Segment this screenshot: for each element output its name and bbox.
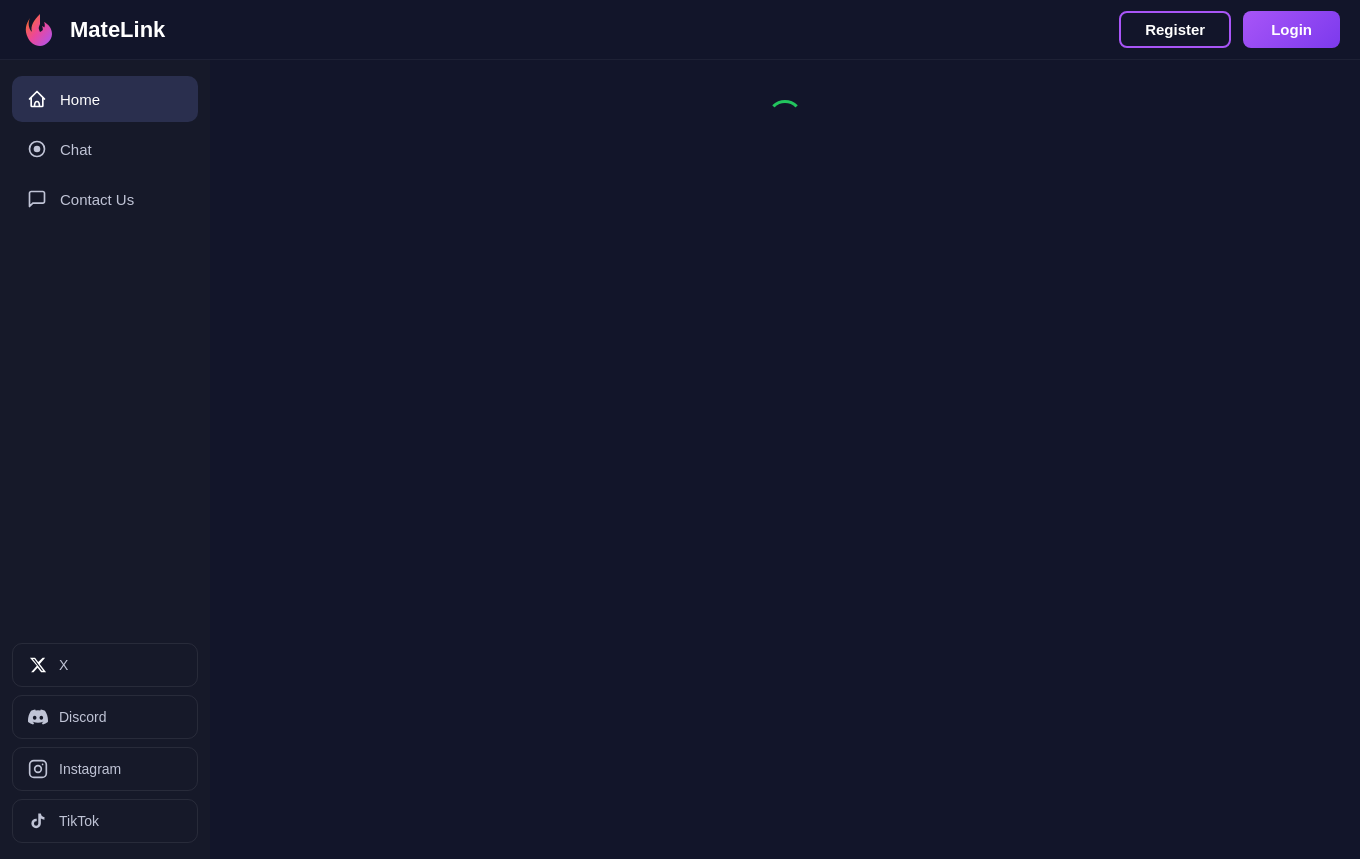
sidebar-home-label: Home	[60, 91, 100, 108]
svg-rect-2	[30, 761, 47, 778]
svg-point-4	[42, 764, 44, 766]
contact-icon	[26, 188, 48, 210]
layout: Home Chat Contact Us	[0, 0, 1360, 859]
logo[interactable]: MateLink	[20, 10, 165, 50]
social-item-x[interactable]: X	[12, 643, 198, 687]
x-label: X	[59, 657, 68, 673]
instagram-label: Instagram	[59, 761, 121, 777]
home-icon	[26, 88, 48, 110]
x-icon	[27, 654, 49, 676]
sidebar-chat-label: Chat	[60, 141, 92, 158]
logo-text: MateLink	[70, 17, 165, 43]
sidebar-item-contact[interactable]: Contact Us	[12, 176, 198, 222]
loading-spinner-container	[767, 100, 803, 136]
social-links: X Discord	[12, 635, 198, 843]
instagram-icon	[27, 758, 49, 780]
social-item-discord[interactable]: Discord	[12, 695, 198, 739]
tiktok-icon	[27, 810, 49, 832]
login-button[interactable]: Login	[1243, 11, 1340, 48]
svg-point-1	[34, 146, 41, 153]
discord-label: Discord	[59, 709, 106, 725]
sidebar-contact-label: Contact Us	[60, 191, 134, 208]
register-button[interactable]: Register	[1119, 11, 1231, 48]
loading-spinner	[767, 100, 803, 136]
discord-icon	[27, 706, 49, 728]
navbar-buttons: Register Login	[1119, 11, 1340, 48]
sidebar-item-home[interactable]: Home	[12, 76, 198, 122]
svg-point-3	[35, 766, 42, 773]
logo-icon	[20, 10, 60, 50]
social-item-instagram[interactable]: Instagram	[12, 747, 198, 791]
sidebar-item-chat[interactable]: Chat	[12, 126, 198, 172]
social-item-tiktok[interactable]: TikTok	[12, 799, 198, 843]
chat-icon	[26, 138, 48, 160]
sidebar: Home Chat Contact Us	[0, 60, 210, 859]
tiktok-label: TikTok	[59, 813, 99, 829]
navbar: MateLink Register Login	[0, 0, 1360, 60]
main-content	[210, 60, 1360, 859]
sidebar-spacer	[12, 226, 198, 631]
